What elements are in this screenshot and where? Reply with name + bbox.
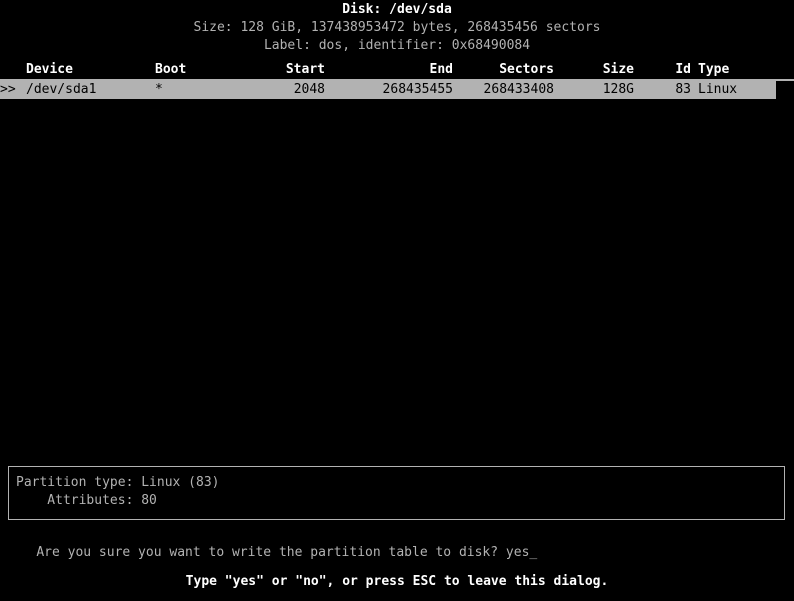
text-cursor: _: [529, 545, 538, 560]
column-header-device[interactable]: Device: [26, 61, 146, 79]
column-header-start[interactable]: Start: [205, 61, 325, 79]
row-start: 2048: [293, 82, 325, 97]
column-header-id[interactable]: Id: [642, 61, 691, 79]
partition-table-header-row: Device Boot Start End Sectors Size Id Ty…: [0, 61, 794, 79]
disk-label-line: Label: dos, identifier: 0x68490084: [263, 38, 531, 53]
dialog-hint: Type "yes" or "no", or press ESC to leav…: [185, 574, 609, 589]
row-device: /dev/sda1: [26, 82, 97, 97]
row-sectors: 268433408: [483, 82, 554, 97]
write-confirm-prompt[interactable]: Are you sure you want to write the parti…: [5, 526, 537, 560]
partition-type-line: Partition type: Linux (83): [16, 475, 220, 490]
row-end: 268435455: [382, 82, 453, 97]
row-id: 83: [675, 82, 691, 97]
disk-summary-header: Disk: /dev/sda Size: 128 GiB, 1374389534…: [0, 0, 794, 55]
column-header-end[interactable]: End: [333, 61, 453, 79]
partition-attributes-line: Attributes: 80: [9, 492, 784, 510]
column-header-type[interactable]: Type: [698, 61, 788, 79]
row-type: Linux: [698, 82, 738, 97]
prompt-question: Are you sure you want to write the parti…: [36, 545, 506, 560]
column-header-sectors[interactable]: Sectors: [461, 61, 554, 79]
row-size: 128G: [602, 82, 634, 97]
disk-size-line: Size: 128 GiB, 137438953472 bytes, 26843…: [193, 20, 601, 35]
table-row[interactable]: >> /dev/sda1 * 2048 268435455 268433408 …: [0, 81, 776, 99]
cfdisk-terminal-screen: Disk: /dev/sda Size: 128 GiB, 1374389534…: [0, 0, 794, 601]
row-selection-marker: >>: [0, 82, 16, 97]
partition-table: Device Boot Start End Sectors Size Id Ty…: [0, 61, 794, 99]
disk-title: Disk: /dev/sda: [342, 2, 452, 17]
prompt-answer-input[interactable]: yes: [506, 545, 529, 560]
column-header-size[interactable]: Size: [562, 61, 634, 79]
partition-info-box: Partition type: Linux (83) Attributes: 8…: [8, 466, 785, 520]
partition-attributes-text: Attributes: 80: [47, 493, 157, 508]
column-header-boot[interactable]: Boot: [155, 61, 195, 79]
row-boot-flag: *: [155, 82, 163, 97]
